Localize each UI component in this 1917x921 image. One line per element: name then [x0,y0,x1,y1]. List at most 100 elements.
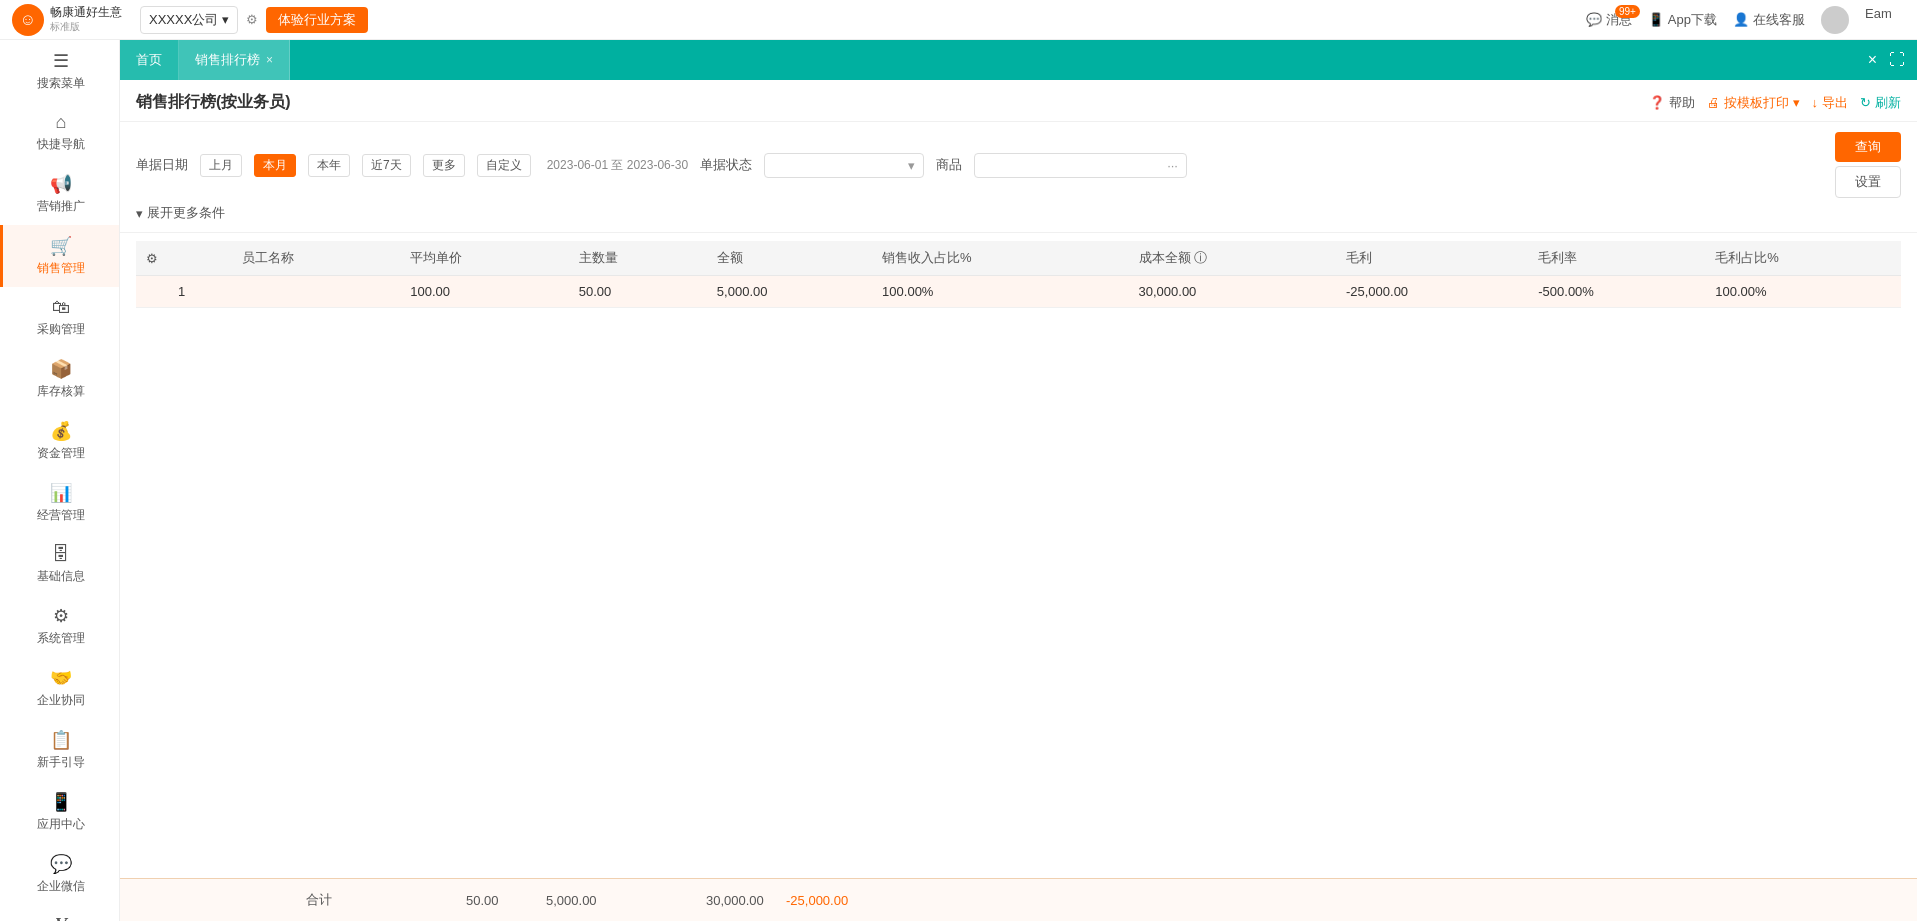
sidebar-item-system[interactable]: ⚙ 系统管理 [0,595,119,657]
footer-gross: -25,000.00 [776,889,858,912]
goods-input[interactable]: ··· [974,153,1187,178]
sidebar-item-corp[interactable]: 🤝 企业协同 [0,657,119,719]
sidebar-item-apps[interactable]: 📱 应用中心 [0,781,119,843]
apps-icon: 📱 [50,791,72,813]
service-item[interactable]: 👤 在线客服 [1733,11,1805,29]
cell-name [232,276,401,308]
message-badge: 99+ [1615,5,1640,18]
more-icon[interactable]: ··· [1167,158,1178,173]
tab-home[interactable]: 首页 [120,40,179,80]
logo: ☺ 畅康通好生意 标准版 [12,4,132,36]
app-label: App下载 [1668,11,1717,29]
sidebar-item-purchase[interactable]: 🛍 采购管理 [0,287,119,348]
date-btn-custom[interactable]: 自定义 [477,154,531,177]
col-name: 员工名称 [232,241,401,276]
settings-icon[interactable]: ⚙ [246,12,258,27]
cell-avg-price: 100.00 [400,276,569,308]
date-range-text: 2023-06-01 至 2023-06-30 [547,157,688,174]
cell-sales-pct: 100.00% [872,276,1128,308]
print-icon: 🖨 [1707,95,1720,110]
sidebar-label: 库存核算 [37,383,85,400]
sidebar-label: 应用中心 [37,816,85,833]
sidebar-item-sales[interactable]: 🛒 销售管理 [0,225,119,287]
cell-gross-pct: 100.00% [1705,276,1901,308]
date-btn-more[interactable]: 更多 [423,154,465,177]
sidebar-item-inventory[interactable]: 📦 库存核算 [0,348,119,410]
sidebar-item-basic[interactable]: 🗄 基础信息 [0,534,119,595]
sidebar-item-member[interactable]: V 畅会员 [0,905,119,921]
tab-sales-rank[interactable]: 销售排行榜 × [179,40,290,80]
system-icon: ⚙ [53,605,69,627]
cell-amount: 5,000.00 [707,276,872,308]
col-gross-rate: 毛利率 [1528,241,1705,276]
date-filter-label: 单据日期 [136,156,188,174]
expand-label: 展开更多条件 [147,204,225,222]
query-button[interactable]: 查询 [1835,132,1901,162]
company-selector[interactable]: XXXXX公司 ▾ [140,6,238,34]
cell-settings [136,276,168,308]
avatar[interactable] [1821,6,1849,34]
refresh-button[interactable]: ↻ 刷新 [1860,94,1901,112]
print-button[interactable]: 🖨 按模板打印 ▾ [1707,94,1800,112]
col-rank [168,241,232,276]
sidebar-label: 企业协同 [37,692,85,709]
date-btn-this-month[interactable]: 本月 [254,154,296,177]
table-head: ⚙ 员工名称 平均单价 主数量 全额 销售收入占比% 成本全额 ⓘ 毛利 毛利率… [136,241,1901,276]
col-amount: 全额 [707,241,872,276]
sidebar-item-search[interactable]: ☰ 搜索菜单 [0,40,119,102]
chevron-down-icon: ▾ [222,12,229,27]
logo-icon: ☺ [12,4,44,36]
export-label: 导出 [1822,94,1848,112]
footer-cost: 30,000.00 [696,889,776,912]
tab-close-icon[interactable]: × [266,53,273,67]
sidebar-label: 新手引导 [37,754,85,771]
status-select[interactable]: ▾ [764,153,924,178]
tab-close-button[interactable]: × [1868,51,1877,69]
help-icon: ❓ [1649,95,1665,110]
sidebar-item-guide[interactable]: 📋 新手引导 [0,719,119,781]
sidebar-label: 企业微信 [37,878,85,895]
sidebar-item-marketing[interactable]: 📢 营销推广 [0,163,119,225]
cell-qty: 50.00 [569,276,707,308]
app-download-item[interactable]: 📱 App下载 [1648,11,1717,29]
sidebar-item-shortcut[interactable]: ⌂ 快捷导航 [0,102,119,163]
col-qty: 主数量 [569,241,707,276]
expand-more-btn[interactable]: ▾ 展开更多条件 [136,204,1901,222]
refresh-label: 刷新 [1875,94,1901,112]
tab-expand-button[interactable]: ⛶ [1889,51,1905,69]
trial-button[interactable]: 体验行业方案 [266,7,368,33]
col-sales-pct: 销售收入占比% [872,241,1128,276]
message-icon-item[interactable]: 💬 消息 99+ [1586,11,1632,29]
export-button[interactable]: ↓ 导出 [1812,94,1849,112]
basic-icon: 🗄 [52,544,70,565]
help-label: 帮助 [1669,94,1695,112]
col-settings[interactable]: ⚙ [136,241,168,276]
date-btn-this-year[interactable]: 本年 [308,154,350,177]
page-header: 销售排行榜(按业务员) ❓ 帮助 🖨 按模板打印 ▾ ↓ 导出 [120,80,1917,122]
sidebar-label: 系统管理 [37,630,85,647]
help-button[interactable]: ❓ 帮助 [1649,94,1695,112]
footer-sales-pct [616,896,696,904]
app-icon: 📱 [1648,12,1664,27]
col-cost: 成本全额 ⓘ [1129,241,1336,276]
operations-icon: 📊 [50,482,72,504]
sidebar-item-finance[interactable]: 💰 资金管理 [0,410,119,472]
table-footer: 合计 50.00 5,000.00 30,000.00 -25,000.00 [120,878,1917,921]
sales-icon: 🛒 [50,235,72,257]
setting-button[interactable]: 设置 [1835,166,1901,198]
col-gross: 毛利 [1336,241,1528,276]
home-tab-label: 首页 [136,51,162,69]
sidebar-item-wechat[interactable]: 💬 企业微信 [0,843,119,905]
top-bar-right: 💬 消息 99+ 📱 App下载 👤 在线客服 Eam [1586,6,1905,34]
search-icon: ☰ [53,50,69,72]
purchase-icon: 🛍 [52,297,70,318]
finance-icon: 💰 [50,420,72,442]
date-btn-prev-month[interactable]: 上月 [200,154,242,177]
page-title: 销售排行榜(按业务员) [136,92,291,113]
table-area: ⚙ 员工名称 平均单价 主数量 全额 销售收入占比% 成本全额 ⓘ 毛利 毛利率… [120,233,1917,878]
date-btn-7days[interactable]: 近7天 [362,154,411,177]
footer-gross-pct [938,896,1018,904]
data-table: ⚙ 员工名称 平均单价 主数量 全额 销售收入占比% 成本全额 ⓘ 毛利 毛利率… [136,241,1901,308]
sidebar-item-operations[interactable]: 📊 经营管理 [0,472,119,534]
header-actions: ❓ 帮助 🖨 按模板打印 ▾ ↓ 导出 ↻ 刷新 [1649,94,1902,112]
